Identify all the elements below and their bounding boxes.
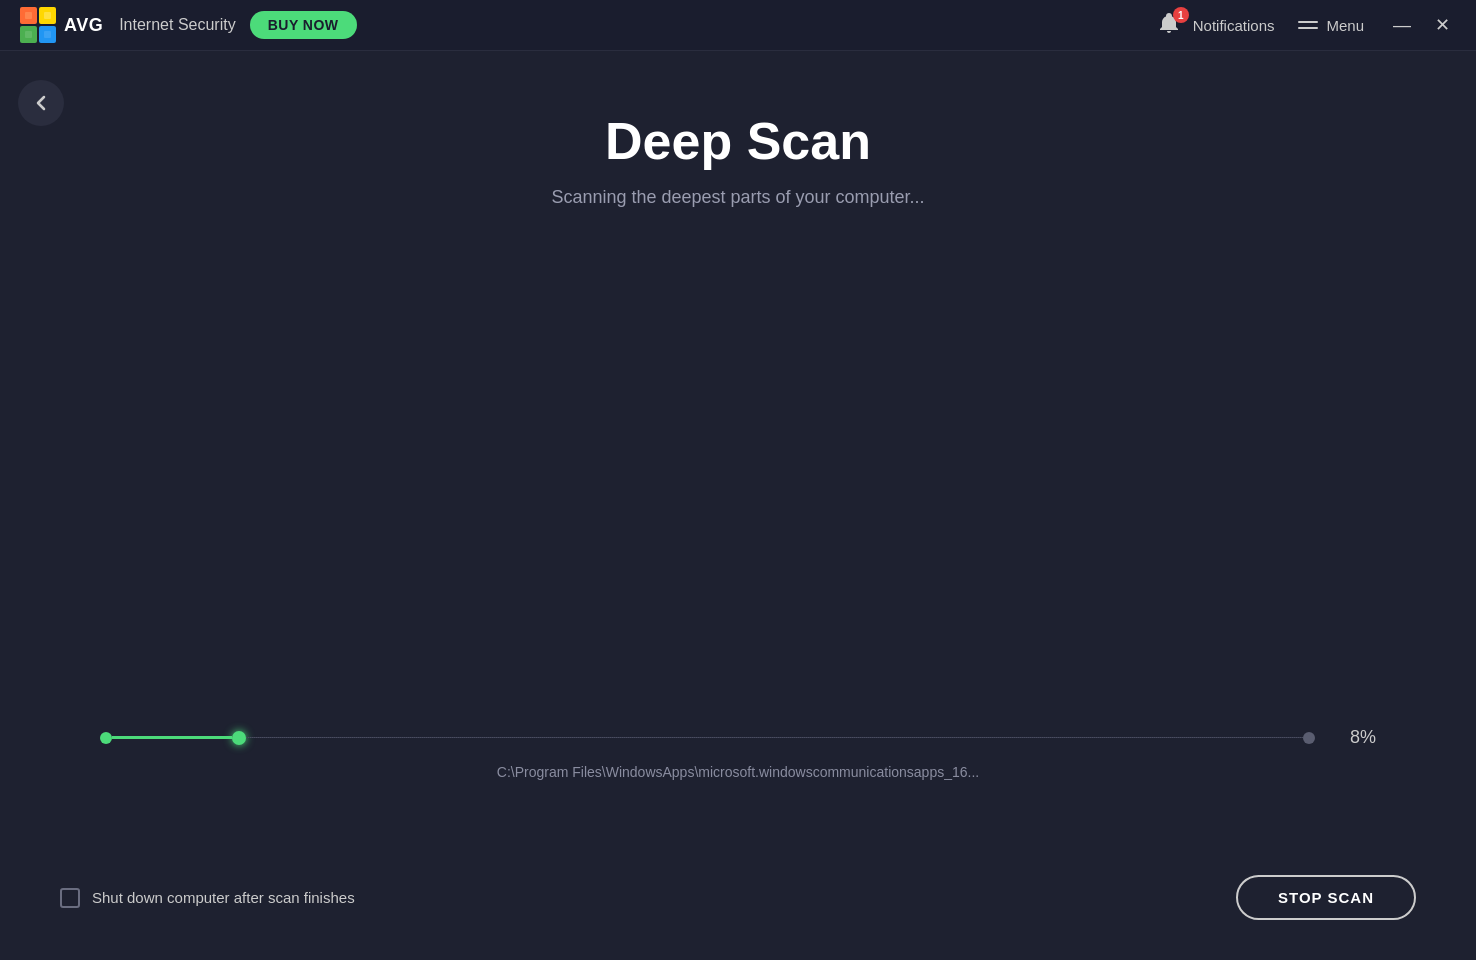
progress-bar: 8% [100, 727, 1376, 748]
progress-line-remaining [246, 737, 1303, 738]
bell-icon-wrapper: 1 [1157, 11, 1185, 39]
svg-rect-5 [44, 12, 51, 19]
progress-dot-end [1303, 732, 1315, 744]
avg-logo: AVG [20, 7, 103, 43]
progress-dot-start [100, 732, 112, 744]
buy-now-button[interactable]: BUY NOW [250, 11, 357, 39]
menu-button[interactable]: Menu [1298, 17, 1364, 34]
progress-dot-current [232, 731, 246, 745]
app-name: Internet Security [119, 16, 236, 34]
notification-badge: 1 [1173, 7, 1189, 23]
notifications-button[interactable]: 1 Notifications [1157, 11, 1275, 39]
svg-rect-4 [25, 12, 32, 19]
stop-scan-button[interactable]: STOP SCAN [1236, 875, 1416, 920]
header-left: AVG Internet Security BUY NOW [20, 7, 357, 43]
shutdown-option[interactable]: Shut down computer after scan finishes [60, 888, 355, 908]
header-right: 1 Notifications Menu — ✕ [1157, 11, 1456, 39]
shutdown-checkbox[interactable] [60, 888, 80, 908]
bottom-area: Shut down computer after scan finishes S… [0, 875, 1476, 920]
scan-subtitle: Scanning the deepest parts of your compu… [551, 187, 924, 208]
progress-percent: 8% [1331, 727, 1376, 748]
logo-text: AVG [64, 15, 103, 36]
progress-area: 8% C:\Program Files\WindowsApps\microsof… [0, 727, 1476, 780]
menu-lines-icon [1298, 21, 1318, 29]
menu-label: Menu [1326, 17, 1364, 34]
avg-logo-icon [20, 7, 56, 43]
svg-rect-6 [25, 31, 32, 38]
notifications-label: Notifications [1193, 17, 1275, 34]
minimize-button[interactable]: — [1388, 11, 1416, 39]
shutdown-label: Shut down computer after scan finishes [92, 889, 355, 906]
scan-title: Deep Scan [605, 111, 871, 171]
progress-line-filled [112, 736, 232, 739]
scan-path: C:\Program Files\WindowsApps\microsoft.w… [100, 764, 1376, 780]
window-controls: — ✕ [1388, 11, 1456, 39]
svg-rect-7 [44, 31, 51, 38]
header: AVG Internet Security BUY NOW 1 Notifica… [0, 0, 1476, 51]
close-button[interactable]: ✕ [1428, 11, 1456, 39]
main-content: Deep Scan Scanning the deepest parts of … [0, 51, 1476, 960]
